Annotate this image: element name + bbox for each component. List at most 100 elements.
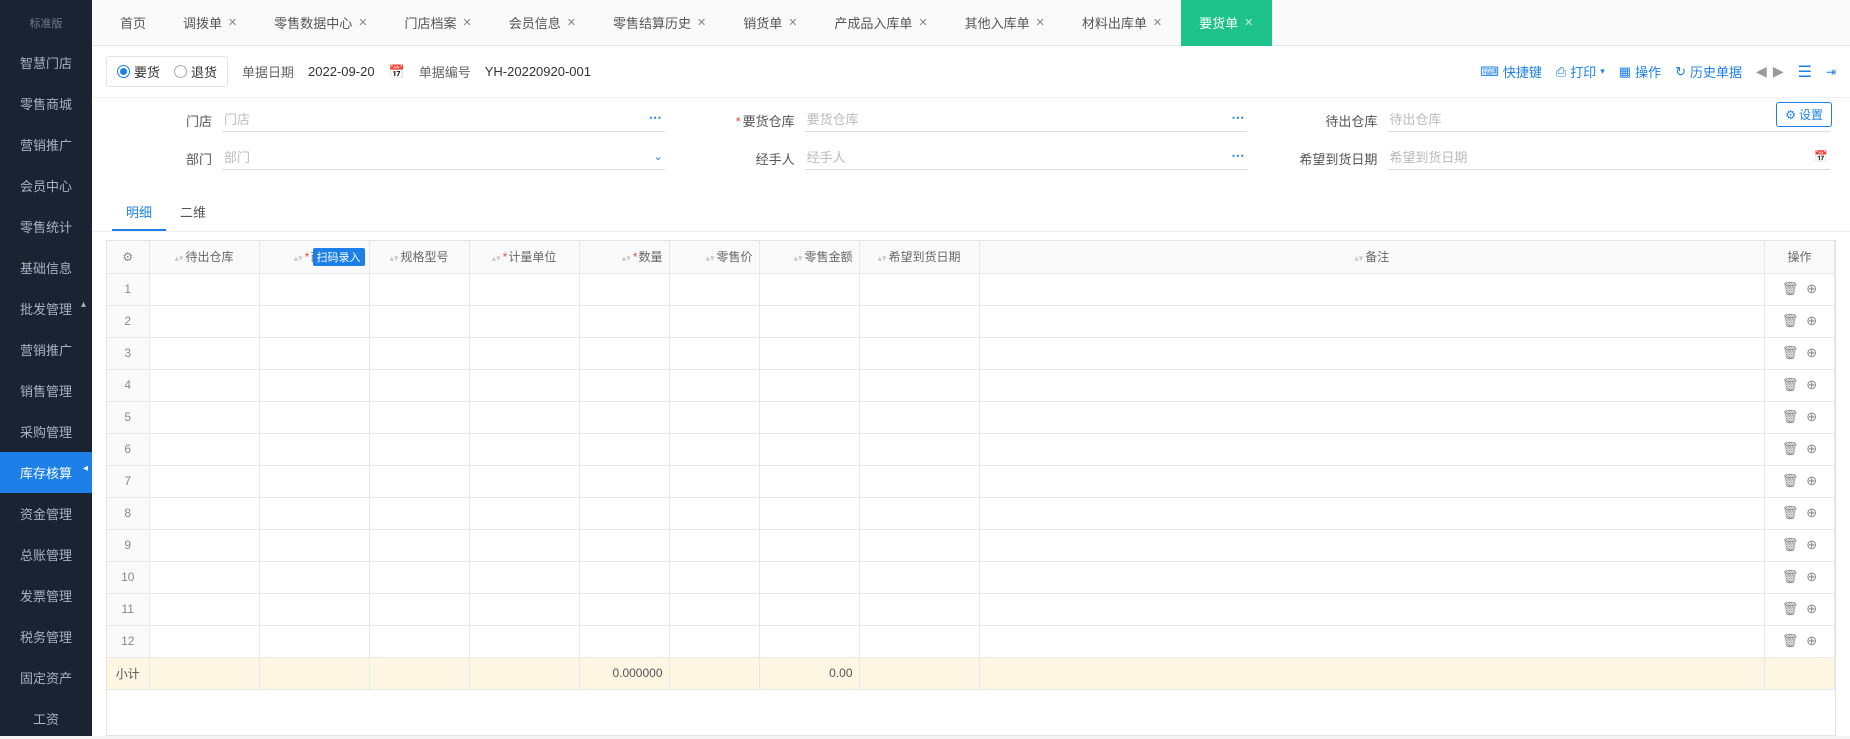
handler-input[interactable] xyxy=(805,146,1248,169)
close-icon[interactable]: ✕ xyxy=(697,16,706,29)
delete-icon[interactable]: 🗑 xyxy=(1782,601,1799,617)
col-expect[interactable]: ▴▾希望到货日期 xyxy=(859,241,979,273)
table-row[interactable]: 9 🗑 ⊕ xyxy=(107,529,1835,561)
delete-icon[interactable]: 🗑 xyxy=(1782,441,1799,457)
col-unit[interactable]: ▴▾*计量单位 xyxy=(469,241,579,273)
tab-sales-order[interactable]: 销货单✕ xyxy=(725,0,816,46)
tab-store-archive[interactable]: 门店档案✕ xyxy=(386,0,490,46)
col-product[interactable]: ▴▾*商品扫码录入 xyxy=(259,241,369,273)
sidebar-item-members[interactable]: 会员中心 xyxy=(0,165,92,206)
add-icon[interactable]: ⊕ xyxy=(1806,537,1817,553)
col-remark[interactable]: ▴▾备注 xyxy=(979,241,1765,273)
col-amount[interactable]: ▴▾零售金额 xyxy=(759,241,859,273)
close-icon[interactable]: ✕ xyxy=(463,16,472,29)
delete-icon[interactable]: 🗑 xyxy=(1782,409,1799,425)
sidebar-item-marketing2[interactable]: 营销推广 xyxy=(0,329,92,370)
sidebar-item-marketing[interactable]: 营销推广 xyxy=(0,124,92,165)
out-wh-input[interactable] xyxy=(1387,108,1830,131)
sidebar-item-wholesale[interactable]: 批发管理 xyxy=(0,288,92,329)
sidebar-item-tax[interactable]: 税务管理 xyxy=(0,616,92,657)
add-icon[interactable]: ⊕ xyxy=(1806,281,1817,297)
sidebar-item-purchase[interactable]: 采购管理 xyxy=(0,411,92,452)
req-wh-input[interactable] xyxy=(805,108,1248,131)
lookup-icon[interactable]: ⋯ xyxy=(1231,110,1245,126)
tab-retail-data[interactable]: 零售数据中心✕ xyxy=(256,0,386,46)
calendar-icon[interactable]: 📅 xyxy=(1814,150,1828,163)
close-icon[interactable]: ✕ xyxy=(1153,16,1162,29)
delete-icon[interactable]: 🗑 xyxy=(1782,377,1799,393)
tab-home[interactable]: 首页 xyxy=(102,0,165,46)
sidebar-item-retail-mall[interactable]: 零售商城 xyxy=(0,83,92,124)
sidebar-item-salary[interactable]: 工资 xyxy=(0,698,92,739)
table-row[interactable]: 3 🗑 ⊕ xyxy=(107,337,1835,369)
table-row[interactable]: 7 🗑 ⊕ xyxy=(107,465,1835,497)
tab-member-info[interactable]: 会员信息✕ xyxy=(491,0,595,46)
close-icon[interactable]: ✕ xyxy=(1036,16,1045,29)
prev-icon[interactable]: ◀ xyxy=(1756,63,1767,80)
lookup-icon[interactable]: ⋯ xyxy=(649,110,663,126)
lookup-icon[interactable]: ⋯ xyxy=(1231,148,1245,164)
col-out-wh[interactable]: ▴▾待出仓库 xyxy=(149,241,259,273)
add-icon[interactable]: ⊕ xyxy=(1806,505,1817,521)
add-icon[interactable]: ⊕ xyxy=(1806,441,1817,457)
add-icon[interactable]: ⊕ xyxy=(1806,409,1817,425)
delete-icon[interactable]: 🗑 xyxy=(1782,313,1799,329)
sidebar-item-standard[interactable]: 标准版 xyxy=(0,4,92,42)
delete-icon[interactable]: 🗑 xyxy=(1782,281,1799,297)
operate-link[interactable]: ▦操作 xyxy=(1619,62,1661,81)
settings-button[interactable]: ⚙设置 xyxy=(1776,102,1832,127)
sidebar-item-smart-store[interactable]: 智慧门店 xyxy=(0,42,92,83)
history-link[interactable]: ↻历史单据 xyxy=(1675,62,1742,81)
col-qty[interactable]: ▴▾*数量 xyxy=(579,241,669,273)
table-row[interactable]: 5 🗑 ⊕ xyxy=(107,401,1835,433)
col-spec[interactable]: ▴▾规格型号 xyxy=(369,241,469,273)
table-row[interactable]: 1 🗑 ⊕ xyxy=(107,273,1835,305)
delete-icon[interactable]: 🗑 xyxy=(1782,569,1799,585)
add-icon[interactable]: ⊕ xyxy=(1806,377,1817,393)
sidebar-item-basic-info[interactable]: 基础信息 xyxy=(0,247,92,288)
delete-icon[interactable]: 🗑 xyxy=(1782,345,1799,361)
expect-input[interactable] xyxy=(1387,146,1830,169)
sidebar-item-assets[interactable]: 固定资产 xyxy=(0,657,92,698)
table-row[interactable]: 8 🗑 ⊕ xyxy=(107,497,1835,529)
add-icon[interactable]: ⊕ xyxy=(1806,633,1817,649)
sidebar-item-sales[interactable]: 销售管理 xyxy=(0,370,92,411)
table-row[interactable]: 6 🗑 ⊕ xyxy=(107,433,1835,465)
chevron-down-icon[interactable]: ⌄ xyxy=(653,150,662,163)
sidebar-item-funds[interactable]: 资金管理 xyxy=(0,493,92,534)
delete-icon[interactable]: 🗑 xyxy=(1782,505,1799,521)
delete-icon[interactable]: 🗑 xyxy=(1782,633,1799,649)
sidebar-item-retail-stats[interactable]: 零售统计 xyxy=(0,206,92,247)
table-row[interactable]: 2 🗑 ⊕ xyxy=(107,305,1835,337)
delete-icon[interactable]: 🗑 xyxy=(1782,473,1799,489)
add-icon[interactable]: ⊕ xyxy=(1806,569,1817,585)
expand-icon[interactable]: ⇥ xyxy=(1826,65,1836,79)
col-price[interactable]: ▴▾零售价 xyxy=(669,241,759,273)
close-icon[interactable]: ✕ xyxy=(918,16,927,29)
sidebar-item-inventory[interactable]: 库存核算 xyxy=(0,452,92,493)
tab-allocation[interactable]: 调拨单✕ xyxy=(165,0,256,46)
shortcut-link[interactable]: ⌨快捷键 xyxy=(1480,62,1542,81)
subtab-detail[interactable]: 明细 xyxy=(112,194,166,231)
tab-finished-in[interactable]: 产成品入库单✕ xyxy=(816,0,946,46)
next-icon[interactable]: ▶ xyxy=(1773,63,1784,80)
scan-badge[interactable]: 扫码录入 xyxy=(313,248,365,266)
subtab-2d[interactable]: 二维 xyxy=(166,194,220,231)
add-icon[interactable]: ⊕ xyxy=(1806,313,1817,329)
store-input[interactable] xyxy=(222,108,665,131)
col-gear[interactable]: ⚙ xyxy=(107,241,149,273)
add-icon[interactable]: ⊕ xyxy=(1806,473,1817,489)
list-toggle-icon[interactable]: ☰ xyxy=(1798,62,1812,82)
close-icon[interactable]: ✕ xyxy=(1244,16,1253,29)
tab-other-in[interactable]: 其他入库单✕ xyxy=(947,0,1064,46)
radio-request[interactable]: 要货 xyxy=(117,62,160,81)
sidebar-item-ledger[interactable]: 总账管理 xyxy=(0,534,92,575)
radio-return[interactable]: 退货 xyxy=(174,62,217,81)
tab-material-out[interactable]: 材料出库单✕ xyxy=(1064,0,1181,46)
print-link[interactable]: ⎙打印▾ xyxy=(1556,62,1605,81)
delete-icon[interactable]: 🗑 xyxy=(1782,537,1799,553)
close-icon[interactable]: ✕ xyxy=(358,16,367,29)
table-row[interactable]: 12 🗑 ⊕ xyxy=(107,625,1835,657)
close-icon[interactable]: ✕ xyxy=(228,16,237,29)
tab-settlement[interactable]: 零售结算历史✕ xyxy=(595,0,725,46)
